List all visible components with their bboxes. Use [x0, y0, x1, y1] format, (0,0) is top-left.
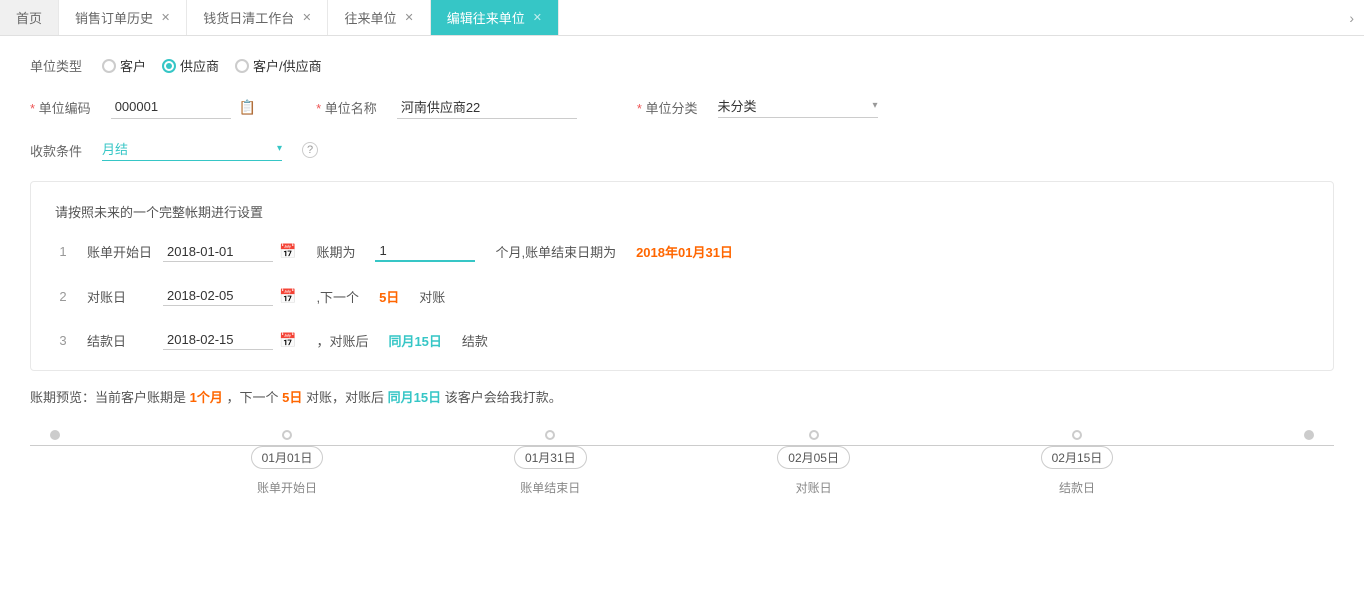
unit-category-value: 未分类 [718, 96, 757, 115]
period-label-before: 账期为 [316, 242, 355, 261]
node-label-0131: 账单结束日 [520, 479, 580, 496]
config-section: 请按照未来的一个完整帐期进行设置 1 账单开始日 📅 账期为 个月,账单结束日期… [30, 181, 1334, 371]
node-date-0215: 02月15日 [1041, 446, 1114, 469]
section-title: 请按照未来的一个完整帐期进行设置 [55, 202, 1309, 221]
tab-partner-unit[interactable]: 往来单位 ✕ [328, 0, 430, 35]
row3-suffix: 结款 [462, 331, 488, 350]
config-row-3: 3 结款日 📅 ，对账后 同月15日 结款 [55, 330, 1309, 350]
tab-cash-work[interactable]: 钱货日清工作台 ✕ [187, 0, 328, 35]
unit-code-label: 单位编码 [30, 98, 91, 117]
payment-condition-label: 收款条件 [30, 141, 82, 160]
radio-circle-supplier [162, 59, 176, 73]
unit-type-radio-group: 客户 供应商 客户/供应商 [102, 56, 322, 75]
tab-home[interactable]: 首页 [0, 0, 59, 35]
row-type-1: 账单开始日 [87, 242, 147, 261]
timeline-node-0131: 01月31日 账单结束日 [514, 430, 587, 496]
preview-highlight2: 5日 [282, 390, 302, 405]
tab-sales-history[interactable]: 销售订单历史 ✕ [59, 0, 187, 35]
row-num-3: 3 [55, 333, 71, 348]
node-label-0205: 对账日 [796, 479, 832, 496]
period-value-input[interactable] [375, 241, 475, 262]
payment-condition-arrow-icon: ▾ [277, 143, 282, 154]
help-icon[interactable]: ? [302, 142, 318, 158]
date-field-3: 📅 [163, 330, 296, 350]
preview-suffix: 该客户会给我打款。 [445, 390, 562, 405]
preview-prefix: 账期预览：当前客户账期是 [30, 390, 186, 405]
node-date-0205: 02月05日 [777, 446, 850, 469]
period-unit-text: 个月,账单结束日期为 [495, 242, 616, 261]
tab-close-edit-partner[interactable]: ✕ [533, 11, 542, 24]
row3-prefix: ，对账后 [316, 331, 368, 350]
unit-category-arrow-icon: ▾ [872, 100, 877, 111]
radio-customer[interactable]: 客户 [102, 56, 146, 75]
timeline-nodes: 01月01日 账单开始日 01月31日 账单结束日 02月05日 对账日 [50, 430, 1314, 496]
unit-code-calendar-icon[interactable]: 📋 [239, 99, 256, 116]
row2-highlight: 5日 [379, 287, 399, 306]
node-label-0101: 账单开始日 [257, 479, 317, 496]
unit-name-group [397, 95, 577, 119]
payment-condition-select[interactable]: 月结 ▾ [102, 139, 282, 161]
calendar-icon-1[interactable]: 📅 [279, 243, 296, 260]
tab-edit-partner[interactable]: 编辑往来单位 ✕ [431, 0, 559, 35]
timeline-node-0205: 02月05日 对账日 [777, 430, 850, 496]
preview-highlight1: 1个月 [190, 390, 223, 405]
payment-condition-value: 月结 [102, 139, 128, 158]
row3-highlight: 同月15日 [388, 331, 441, 350]
node-date-0101: 01月01日 [251, 446, 324, 469]
tab-more-arrow[interactable]: › [1339, 0, 1364, 35]
timeline-section: 01月01日 账单开始日 01月31日 账单结束日 02月05日 对账日 [30, 430, 1334, 496]
timeline-node-0101: 01月01日 账单开始日 [251, 430, 324, 496]
unit-code-input[interactable] [111, 95, 231, 119]
row-type-2: 对账日 [87, 287, 147, 306]
node-dot-0131 [545, 430, 555, 440]
radio-supplier[interactable]: 供应商 [162, 56, 219, 75]
tab-close-cash-work[interactable]: ✕ [302, 11, 311, 24]
unit-info-row: 单位编码 📋 单位名称 单位分类 未分类 ▾ [30, 95, 1334, 119]
config-row-2: 2 对账日 📅 ,下一个 5日 对账 [55, 286, 1309, 306]
row2-prefix: ,下一个 [316, 287, 359, 306]
date-input-1[interactable] [163, 242, 273, 262]
tab-close-sales-history[interactable]: ✕ [161, 11, 170, 24]
timeline-node-0215: 02月15日 结款日 [1041, 430, 1114, 496]
row-num-2: 2 [55, 289, 71, 304]
timeline-node-end [1304, 430, 1314, 488]
timeline-node-start [50, 430, 60, 488]
date-field-1: 📅 [163, 242, 296, 262]
unit-name-input[interactable] [397, 95, 577, 119]
preview-middle1: ，下一个 [227, 390, 279, 405]
unit-code-group: 📋 [111, 95, 256, 119]
calendar-icon-2[interactable]: 📅 [279, 288, 296, 305]
preview-middle2: 对账，对账后 [306, 390, 384, 405]
node-date-0131: 01月31日 [514, 446, 587, 469]
calendar-icon-3[interactable]: 📅 [279, 332, 296, 349]
payment-condition-row: 收款条件 月结 ▾ ? [30, 139, 1334, 161]
node-dot-0215 [1072, 430, 1082, 440]
row-type-3: 结款日 [87, 331, 147, 350]
end-dot [1304, 430, 1314, 440]
unit-category-label: 单位分类 [637, 98, 698, 117]
tab-close-partner-unit[interactable]: ✕ [405, 11, 414, 24]
preview-section: 账期预览：当前客户账期是 1个月 ，下一个 5日 对账，对账后 同月15日 该客… [30, 387, 1334, 406]
row2-suffix: 对账 [419, 287, 445, 306]
date-input-2[interactable] [163, 286, 273, 306]
node-dot-0101 [282, 430, 292, 440]
node-label-0215: 结款日 [1059, 479, 1095, 496]
unit-type-row: 单位类型 客户 供应商 客户/供应商 [30, 56, 1334, 75]
preview-highlight3: 同月15日 [388, 390, 441, 405]
start-dot [50, 430, 60, 440]
unit-category-select[interactable]: 未分类 ▾ [718, 96, 878, 118]
radio-customer-supplier[interactable]: 客户/供应商 [235, 56, 322, 75]
date-field-2: 📅 [163, 286, 296, 306]
content-area: 单位类型 客户 供应商 客户/供应商 单位编码 📋 单位名称 单位分 [0, 36, 1364, 608]
unit-name-label: 单位名称 [316, 98, 377, 117]
date-input-3[interactable] [163, 330, 273, 350]
radio-circle-customer-supplier [235, 59, 249, 73]
period-end-date: 2018年01月31日 [636, 242, 733, 261]
node-dot-0205 [809, 430, 819, 440]
row-num-1: 1 [55, 244, 71, 259]
config-row-1: 1 账单开始日 📅 账期为 个月,账单结束日期为 2018年01月31日 [55, 241, 1309, 262]
radio-circle-customer [102, 59, 116, 73]
unit-type-label: 单位类型 [30, 56, 82, 75]
tabs-bar: 首页 销售订单历史 ✕ 钱货日清工作台 ✕ 往来单位 ✕ 编辑往来单位 ✕ › [0, 0, 1364, 36]
